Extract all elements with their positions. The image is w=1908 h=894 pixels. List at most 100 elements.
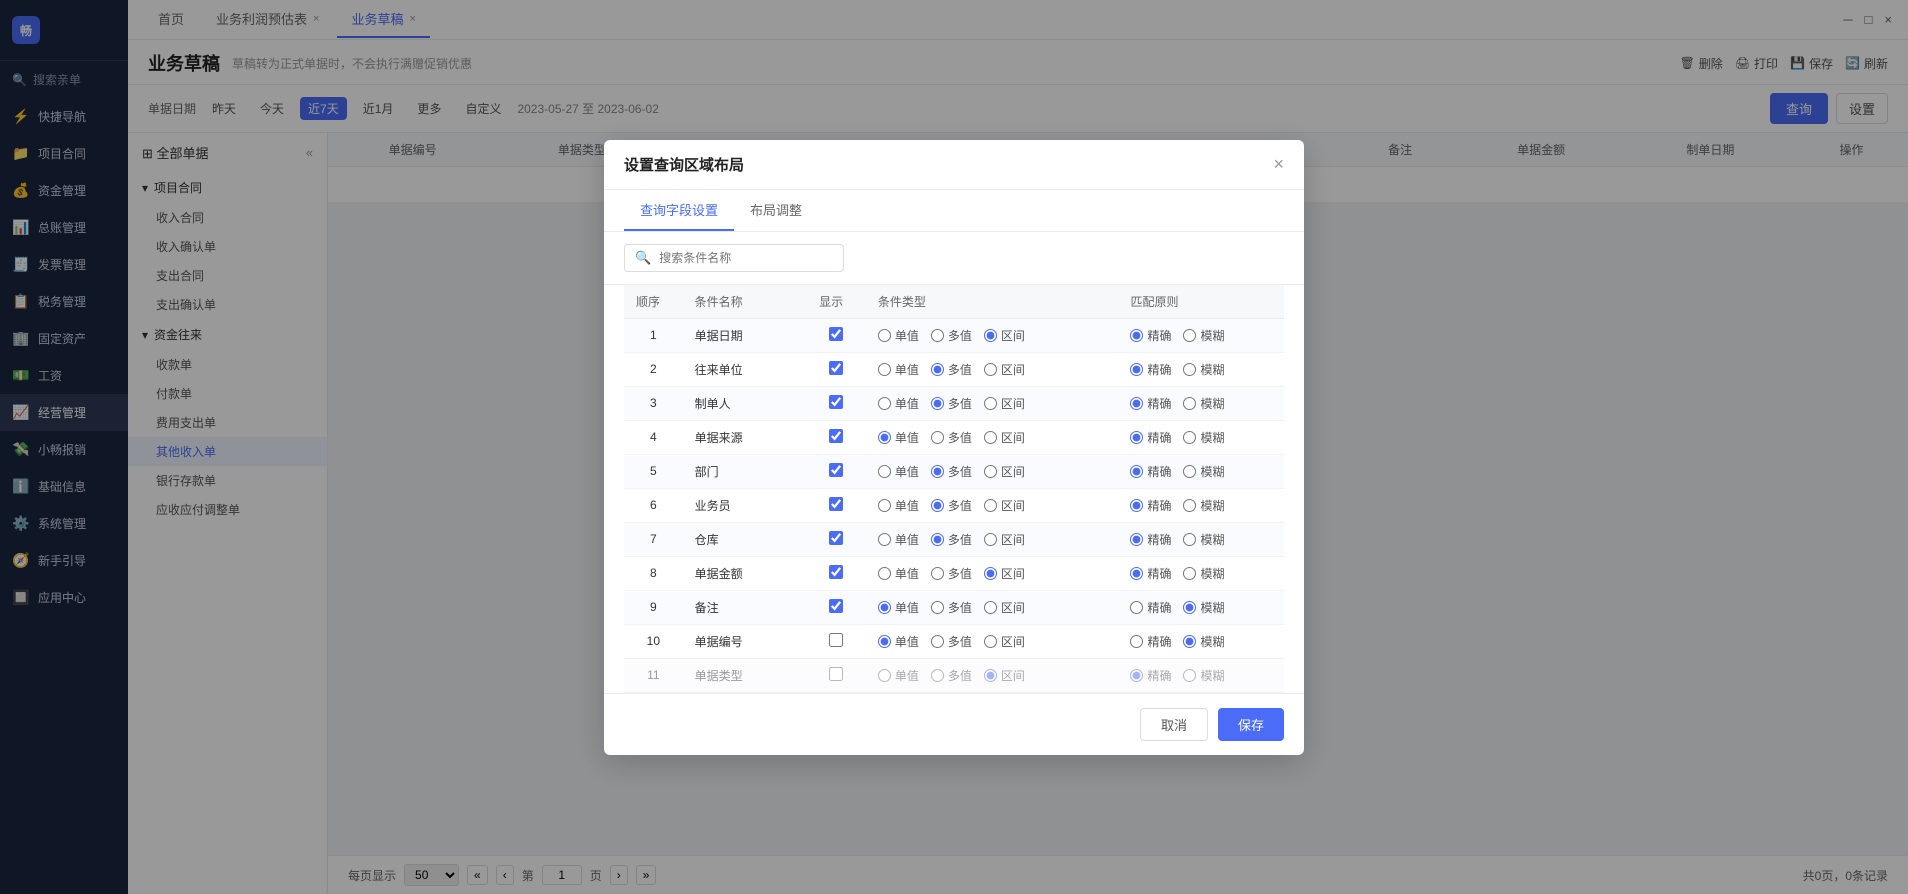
radio-input-match[interactable] <box>1130 329 1143 342</box>
radio-match-精确[interactable]: 精确 <box>1130 497 1171 514</box>
radio-input-match[interactable] <box>1183 329 1196 342</box>
radio-match-模糊[interactable]: 模糊 <box>1183 633 1224 650</box>
radio-condition-单值[interactable]: 单值 <box>878 599 919 616</box>
radio-input-condition[interactable] <box>878 533 891 546</box>
radio-match-精确[interactable]: 精确 <box>1130 599 1171 616</box>
radio-match-模糊[interactable]: 模糊 <box>1183 395 1224 412</box>
display-checkbox[interactable] <box>829 497 843 511</box>
radio-match-精确[interactable]: 精确 <box>1130 531 1171 548</box>
radio-condition-多值[interactable]: 多值 <box>931 667 972 684</box>
radio-condition-单值[interactable]: 单值 <box>878 429 919 446</box>
radio-input-match[interactable] <box>1183 601 1196 614</box>
radio-input-condition[interactable] <box>931 329 944 342</box>
radio-input-condition[interactable] <box>984 533 997 546</box>
radio-condition-区间[interactable]: 区间 <box>984 395 1025 412</box>
radio-condition-区间[interactable]: 区间 <box>984 327 1025 344</box>
radio-input-condition[interactable] <box>931 431 944 444</box>
radio-input-condition[interactable] <box>931 567 944 580</box>
radio-input-condition[interactable] <box>878 669 891 682</box>
radio-condition-多值[interactable]: 多值 <box>931 327 972 344</box>
radio-match-精确[interactable]: 精确 <box>1130 327 1171 344</box>
radio-match-模糊[interactable]: 模糊 <box>1183 531 1224 548</box>
radio-input-match[interactable] <box>1130 567 1143 580</box>
radio-match-精确[interactable]: 精确 <box>1130 395 1171 412</box>
display-checkbox[interactable] <box>829 633 843 647</box>
radio-input-condition[interactable] <box>931 635 944 648</box>
radio-condition-多值[interactable]: 多值 <box>931 599 972 616</box>
radio-match-精确[interactable]: 精确 <box>1130 633 1171 650</box>
radio-input-condition[interactable] <box>878 465 891 478</box>
radio-input-match[interactable] <box>1183 499 1196 512</box>
radio-condition-区间[interactable]: 区间 <box>984 667 1025 684</box>
radio-input-match[interactable] <box>1183 363 1196 376</box>
radio-match-模糊[interactable]: 模糊 <box>1183 463 1224 480</box>
radio-input-condition[interactable] <box>931 669 944 682</box>
radio-match-模糊[interactable]: 模糊 <box>1183 327 1224 344</box>
radio-condition-区间[interactable]: 区间 <box>984 361 1025 378</box>
radio-condition-单值[interactable]: 单值 <box>878 565 919 582</box>
radio-condition-多值[interactable]: 多值 <box>931 531 972 548</box>
radio-input-condition[interactable] <box>984 465 997 478</box>
radio-match-精确[interactable]: 精确 <box>1130 463 1171 480</box>
radio-input-condition[interactable] <box>984 669 997 682</box>
radio-input-match[interactable] <box>1130 397 1143 410</box>
radio-input-condition[interactable] <box>931 601 944 614</box>
radio-input-match[interactable] <box>1130 363 1143 376</box>
radio-input-condition[interactable] <box>878 329 891 342</box>
display-checkbox[interactable] <box>829 565 843 579</box>
radio-input-match[interactable] <box>1183 669 1196 682</box>
radio-match-精确[interactable]: 精确 <box>1130 429 1171 446</box>
radio-input-match[interactable] <box>1130 635 1143 648</box>
modal-search-input[interactable] <box>659 251 833 265</box>
radio-condition-单值[interactable]: 单值 <box>878 361 919 378</box>
radio-condition-区间[interactable]: 区间 <box>984 429 1025 446</box>
radio-match-精确[interactable]: 精确 <box>1130 565 1171 582</box>
radio-condition-多值[interactable]: 多值 <box>931 361 972 378</box>
radio-condition-多值[interactable]: 多值 <box>931 429 972 446</box>
radio-input-condition[interactable] <box>878 499 891 512</box>
radio-input-match[interactable] <box>1183 397 1196 410</box>
radio-condition-多值[interactable]: 多值 <box>931 497 972 514</box>
modal-tab-layout[interactable]: 布局调整 <box>734 190 818 231</box>
radio-condition-多值[interactable]: 多值 <box>931 633 972 650</box>
radio-match-精确[interactable]: 精确 <box>1130 667 1171 684</box>
radio-condition-单值[interactable]: 单值 <box>878 531 919 548</box>
radio-condition-单值[interactable]: 单值 <box>878 327 919 344</box>
radio-match-模糊[interactable]: 模糊 <box>1183 429 1224 446</box>
cancel-button[interactable]: 取消 <box>1140 708 1208 741</box>
radio-match-模糊[interactable]: 模糊 <box>1183 565 1224 582</box>
radio-input-match[interactable] <box>1130 499 1143 512</box>
radio-input-match[interactable] <box>1130 601 1143 614</box>
modal-tab-fields[interactable]: 查询字段设置 <box>624 190 734 231</box>
display-checkbox[interactable] <box>829 361 843 375</box>
radio-condition-区间[interactable]: 区间 <box>984 633 1025 650</box>
display-checkbox[interactable] <box>829 667 843 681</box>
radio-input-condition[interactable] <box>984 635 997 648</box>
radio-input-match[interactable] <box>1183 431 1196 444</box>
radio-input-condition[interactable] <box>984 499 997 512</box>
radio-input-condition[interactable] <box>984 601 997 614</box>
radio-condition-多值[interactable]: 多值 <box>931 565 972 582</box>
radio-match-模糊[interactable]: 模糊 <box>1183 361 1224 378</box>
radio-input-match[interactable] <box>1130 669 1143 682</box>
display-checkbox[interactable] <box>829 429 843 443</box>
radio-input-match[interactable] <box>1183 635 1196 648</box>
radio-input-condition[interactable] <box>878 397 891 410</box>
radio-input-condition[interactable] <box>931 533 944 546</box>
radio-input-condition[interactable] <box>984 363 997 376</box>
radio-input-match[interactable] <box>1183 567 1196 580</box>
radio-input-condition[interactable] <box>984 567 997 580</box>
radio-input-match[interactable] <box>1130 431 1143 444</box>
radio-input-condition[interactable] <box>878 635 891 648</box>
radio-condition-单值[interactable]: 单值 <box>878 463 919 480</box>
display-checkbox[interactable] <box>829 327 843 341</box>
radio-condition-区间[interactable]: 区间 <box>984 599 1025 616</box>
modal-overlay[interactable]: 设置查询区域布局 × 查询字段设置 布局调整 🔍 顺序 <box>0 0 1908 894</box>
radio-condition-多值[interactable]: 多值 <box>931 463 972 480</box>
radio-input-match[interactable] <box>1183 533 1196 546</box>
radio-input-condition[interactable] <box>931 499 944 512</box>
radio-input-condition[interactable] <box>931 397 944 410</box>
radio-match-模糊[interactable]: 模糊 <box>1183 497 1224 514</box>
radio-condition-单值[interactable]: 单值 <box>878 667 919 684</box>
radio-input-condition[interactable] <box>984 329 997 342</box>
